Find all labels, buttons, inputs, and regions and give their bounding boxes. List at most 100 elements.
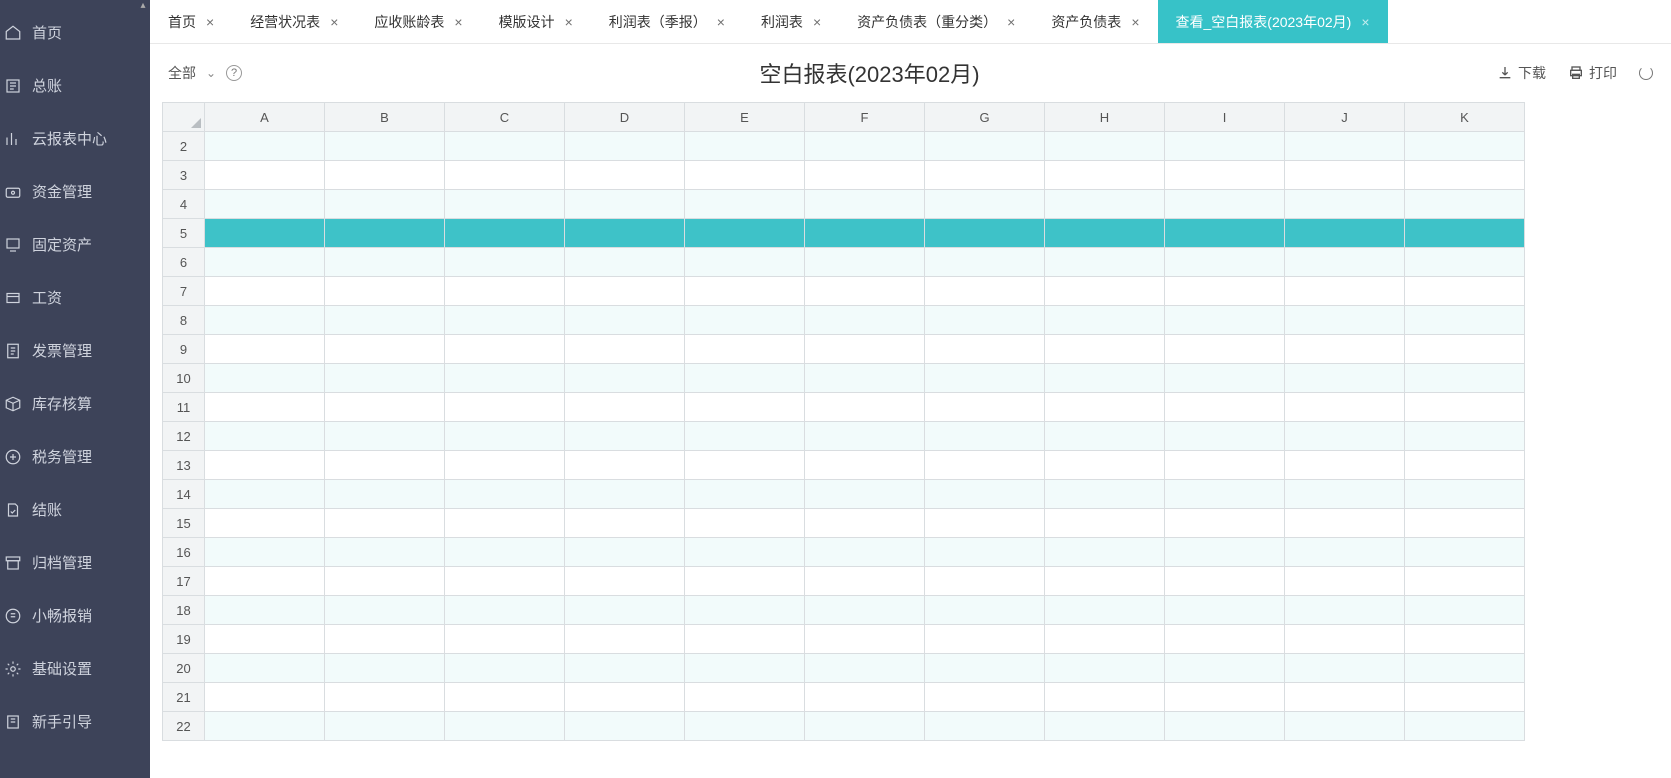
- tab-4[interactable]: 利润表（季报）×: [591, 0, 743, 43]
- row-header-14[interactable]: 14: [163, 480, 205, 509]
- row-header-11[interactable]: 11: [163, 393, 205, 422]
- row-header-17[interactable]: 17: [163, 567, 205, 596]
- cell-H19[interactable]: [1045, 625, 1165, 654]
- cell-A2[interactable]: [205, 132, 325, 161]
- row-header-22[interactable]: 22: [163, 712, 205, 741]
- cell-H18[interactable]: [1045, 596, 1165, 625]
- cell-F12[interactable]: [805, 422, 925, 451]
- close-icon[interactable]: ×: [565, 14, 573, 30]
- cell-K4[interactable]: [1405, 190, 1525, 219]
- cell-B8[interactable]: [325, 306, 445, 335]
- cell-F21[interactable]: [805, 683, 925, 712]
- cell-A16[interactable]: [205, 538, 325, 567]
- cell-G12[interactable]: [925, 422, 1045, 451]
- row-header-7[interactable]: 7: [163, 277, 205, 306]
- cell-J2[interactable]: [1285, 132, 1405, 161]
- close-icon[interactable]: ×: [1131, 14, 1139, 30]
- cell-D6[interactable]: [565, 248, 685, 277]
- cell-H11[interactable]: [1045, 393, 1165, 422]
- cell-B12[interactable]: [325, 422, 445, 451]
- cell-B15[interactable]: [325, 509, 445, 538]
- download-button[interactable]: 下载: [1497, 63, 1546, 83]
- cell-J5[interactable]: [1285, 219, 1405, 248]
- cell-B10[interactable]: [325, 364, 445, 393]
- cell-G4[interactable]: [925, 190, 1045, 219]
- cell-C7[interactable]: [445, 277, 565, 306]
- cell-I15[interactable]: [1165, 509, 1285, 538]
- cell-I18[interactable]: [1165, 596, 1285, 625]
- cell-C11[interactable]: [445, 393, 565, 422]
- cell-A9[interactable]: [205, 335, 325, 364]
- cell-B19[interactable]: [325, 625, 445, 654]
- cell-A10[interactable]: [205, 364, 325, 393]
- cell-E15[interactable]: [685, 509, 805, 538]
- col-header-D[interactable]: D: [565, 103, 685, 132]
- cell-D17[interactable]: [565, 567, 685, 596]
- cell-G9[interactable]: [925, 335, 1045, 364]
- sidebar-item-0[interactable]: 首页: [0, 6, 150, 59]
- cell-G10[interactable]: [925, 364, 1045, 393]
- select-all-corner[interactable]: [163, 103, 205, 132]
- cell-F2[interactable]: [805, 132, 925, 161]
- col-header-E[interactable]: E: [685, 103, 805, 132]
- cell-F10[interactable]: [805, 364, 925, 393]
- col-header-G[interactable]: G: [925, 103, 1045, 132]
- cell-I11[interactable]: [1165, 393, 1285, 422]
- cell-F13[interactable]: [805, 451, 925, 480]
- cell-C17[interactable]: [445, 567, 565, 596]
- cell-D9[interactable]: [565, 335, 685, 364]
- cell-F15[interactable]: [805, 509, 925, 538]
- sidebar-item-4[interactable]: 固定资产: [0, 218, 150, 271]
- spreadsheet[interactable]: ABCDEFGHIJK23456789101112131415161718192…: [150, 102, 1671, 778]
- cell-F19[interactable]: [805, 625, 925, 654]
- cell-D10[interactable]: [565, 364, 685, 393]
- cell-E9[interactable]: [685, 335, 805, 364]
- col-header-F[interactable]: F: [805, 103, 925, 132]
- cell-K13[interactable]: [1405, 451, 1525, 480]
- cell-A14[interactable]: [205, 480, 325, 509]
- col-header-J[interactable]: J: [1285, 103, 1405, 132]
- cell-G6[interactable]: [925, 248, 1045, 277]
- cell-A22[interactable]: [205, 712, 325, 741]
- sidebar-item-1[interactable]: 总账: [0, 59, 150, 112]
- cell-J9[interactable]: [1285, 335, 1405, 364]
- cell-K8[interactable]: [1405, 306, 1525, 335]
- cell-H3[interactable]: [1045, 161, 1165, 190]
- cell-D13[interactable]: [565, 451, 685, 480]
- cell-K9[interactable]: [1405, 335, 1525, 364]
- cell-D20[interactable]: [565, 654, 685, 683]
- cell-B13[interactable]: [325, 451, 445, 480]
- row-header-21[interactable]: 21: [163, 683, 205, 712]
- cell-E3[interactable]: [685, 161, 805, 190]
- sidebar-item-13[interactable]: 新手引导: [0, 695, 150, 748]
- cell-B21[interactable]: [325, 683, 445, 712]
- cell-D11[interactable]: [565, 393, 685, 422]
- close-icon[interactable]: ×: [1007, 14, 1015, 30]
- cell-B2[interactable]: [325, 132, 445, 161]
- cell-C22[interactable]: [445, 712, 565, 741]
- cell-F18[interactable]: [805, 596, 925, 625]
- cell-J11[interactable]: [1285, 393, 1405, 422]
- cell-K17[interactable]: [1405, 567, 1525, 596]
- cell-E17[interactable]: [685, 567, 805, 596]
- cell-F5[interactable]: [805, 219, 925, 248]
- cell-G14[interactable]: [925, 480, 1045, 509]
- cell-J3[interactable]: [1285, 161, 1405, 190]
- cell-B20[interactable]: [325, 654, 445, 683]
- cell-G20[interactable]: [925, 654, 1045, 683]
- cell-C15[interactable]: [445, 509, 565, 538]
- cell-K15[interactable]: [1405, 509, 1525, 538]
- tab-1[interactable]: 经营状况表×: [232, 0, 356, 43]
- row-header-4[interactable]: 4: [163, 190, 205, 219]
- sidebar-item-10[interactable]: 归档管理: [0, 536, 150, 589]
- cell-B18[interactable]: [325, 596, 445, 625]
- cell-I6[interactable]: [1165, 248, 1285, 277]
- cell-B14[interactable]: [325, 480, 445, 509]
- close-icon[interactable]: ×: [1361, 14, 1369, 30]
- cell-I19[interactable]: [1165, 625, 1285, 654]
- cell-E12[interactable]: [685, 422, 805, 451]
- cell-D19[interactable]: [565, 625, 685, 654]
- cell-A4[interactable]: [205, 190, 325, 219]
- cell-F16[interactable]: [805, 538, 925, 567]
- cell-F11[interactable]: [805, 393, 925, 422]
